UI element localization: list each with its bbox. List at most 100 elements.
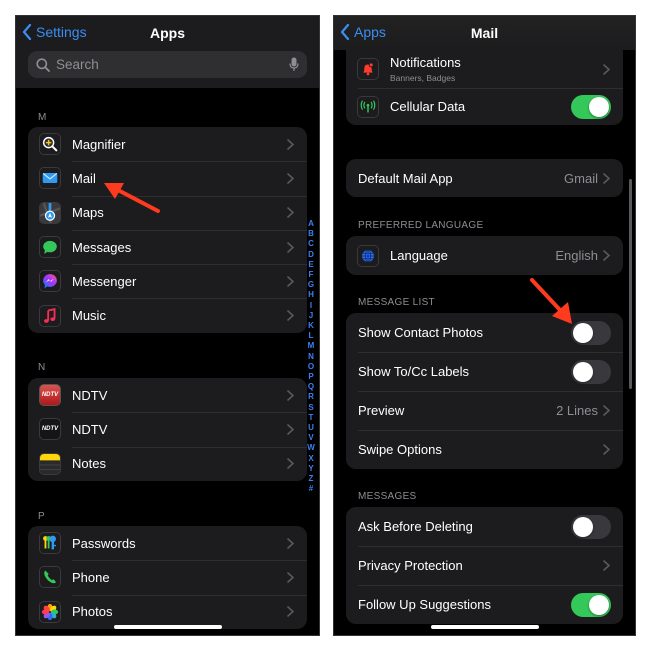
index-letter[interactable]: W (307, 443, 315, 453)
app-row-passwords[interactable]: Passwords (28, 526, 307, 560)
search-input[interactable]: Search (28, 51, 307, 78)
index-letter[interactable]: A (308, 219, 314, 229)
alphabet-index-scrubber[interactable]: A B C D E F G H I J K L M N O P Q R S T U V W X Y Z # (306, 219, 316, 494)
follow-up-suggestions-row: Follow Up Suggestions (346, 585, 623, 624)
header: Apps Mail (334, 16, 635, 50)
cellular-data-row: Cellular Data (346, 88, 623, 125)
chevron-right-icon (287, 276, 294, 287)
notifications-row[interactable]: Notifications Banners, Badges (346, 50, 623, 88)
index-letter[interactable]: R (308, 392, 314, 402)
default-mail-app-row[interactable]: Default Mail App Gmail (346, 159, 623, 197)
notes-icon (39, 452, 61, 475)
index-letter[interactable]: V (308, 433, 313, 443)
search-placeholder: Search (56, 57, 99, 72)
app-row-messages[interactable]: Messages (28, 229, 307, 264)
chevron-right-icon (287, 173, 294, 184)
index-letter[interactable]: T (309, 413, 314, 423)
photos-icon (39, 600, 61, 623)
cellular-data-toggle[interactable] (571, 94, 611, 119)
app-row-maps[interactable]: Maps (28, 195, 307, 230)
index-letter[interactable]: F (309, 270, 314, 280)
back-button-apps[interactable]: Apps (340, 24, 386, 40)
scrollbar[interactable] (629, 179, 632, 389)
preview-row[interactable]: Preview 2 Lines (346, 391, 623, 430)
index-letter[interactable]: C (308, 239, 314, 249)
app-row-photos[interactable]: Photos (28, 594, 307, 629)
mail-settings-screen: Apps Mail Notifications Banners, Badges … (333, 15, 636, 636)
index-letter[interactable]: B (308, 229, 314, 239)
index-letter[interactable]: P (308, 372, 313, 382)
show-contact-photos-toggle[interactable] (571, 320, 611, 345)
music-icon (39, 304, 61, 327)
index-letter[interactable]: E (308, 260, 313, 270)
show-to-cc-labels-row: Show To/Cc Labels (346, 352, 623, 391)
app-row-phone[interactable]: Phone (28, 560, 307, 594)
follow-up-suggestions-label: Follow Up Suggestions (358, 597, 491, 612)
app-group-m: Magnifier Mail Maps Messages Messenger M… (28, 127, 307, 333)
messages-group: Ask Before Deleting Privacy Protection F… (346, 507, 623, 624)
chevron-left-icon (340, 24, 350, 40)
index-letter[interactable]: D (308, 250, 314, 260)
follow-up-suggestions-toggle[interactable] (571, 592, 611, 617)
show-to-cc-labels-toggle[interactable] (571, 359, 611, 384)
app-label: Magnifier (72, 136, 126, 152)
index-letter[interactable]: K (308, 321, 314, 331)
chevron-right-icon (287, 310, 294, 321)
home-indicator[interactable] (113, 625, 222, 629)
default-mail-app-value: Gmail (564, 170, 598, 186)
section-header-n: N (38, 362, 46, 373)
index-letter[interactable]: O (308, 362, 314, 372)
home-indicator[interactable] (430, 625, 539, 629)
app-row-ndtv-1[interactable]: NDTV NDTV (28, 378, 307, 412)
language-label: Language (390, 248, 448, 263)
chevron-right-icon (603, 63, 610, 75)
index-letter[interactable]: H (308, 290, 314, 300)
index-letter[interactable]: Y (308, 464, 313, 474)
index-letter[interactable]: S (308, 403, 313, 413)
app-row-notes[interactable]: Notes (28, 446, 307, 481)
chevron-right-icon (603, 172, 610, 184)
app-label: Photos (72, 604, 113, 620)
search-icon (36, 57, 50, 72)
app-row-ndtv-2[interactable]: NDTV NDTV (28, 412, 307, 446)
index-letter[interactable]: # (309, 484, 313, 494)
back-button-settings[interactable]: Settings (22, 24, 87, 40)
swipe-options-row[interactable]: Swipe Options (346, 430, 623, 469)
ask-before-deleting-toggle[interactable] (571, 514, 611, 539)
app-label: Notes (72, 456, 106, 472)
index-letter[interactable]: I (310, 301, 312, 311)
app-row-magnifier[interactable]: Magnifier (28, 127, 307, 161)
mail-icon (39, 167, 61, 190)
toggle-knob (573, 322, 593, 343)
app-row-music[interactable]: Music (28, 298, 307, 332)
privacy-protection-row[interactable]: Privacy Protection (346, 546, 623, 585)
app-row-mail[interactable]: Mail (28, 161, 307, 195)
notifications-bell-icon (357, 58, 379, 80)
toggle-knob (589, 96, 609, 117)
message-list-header: MESSAGE LIST (358, 297, 435, 308)
chevron-right-icon (287, 606, 294, 618)
index-letter[interactable]: N (308, 352, 314, 362)
cellular-antenna-icon (357, 95, 379, 118)
microphone-icon[interactable] (289, 57, 299, 72)
passwords-icon (39, 532, 61, 555)
chevron-right-icon (603, 444, 610, 455)
index-letter[interactable]: X (308, 454, 313, 464)
chevron-right-icon (287, 572, 294, 583)
app-label: Phone (72, 569, 110, 585)
index-letter[interactable]: L (309, 331, 314, 341)
chevron-right-icon (603, 405, 610, 416)
language-value: English (555, 248, 598, 263)
index-letter[interactable]: M (308, 341, 315, 351)
app-row-messenger[interactable]: Messenger (28, 264, 307, 298)
index-letter[interactable]: G (308, 280, 314, 290)
index-letter[interactable]: Q (308, 382, 314, 392)
chevron-left-icon (22, 24, 32, 40)
language-row[interactable]: Language English (346, 236, 623, 275)
chevron-right-icon (287, 537, 294, 549)
messages-header: MESSAGES (358, 491, 417, 502)
index-letter[interactable]: Z (309, 474, 314, 484)
index-letter[interactable]: U (308, 423, 314, 433)
index-letter[interactable]: J (309, 311, 313, 321)
ndtv-logo-text: NDTV (41, 392, 59, 399)
